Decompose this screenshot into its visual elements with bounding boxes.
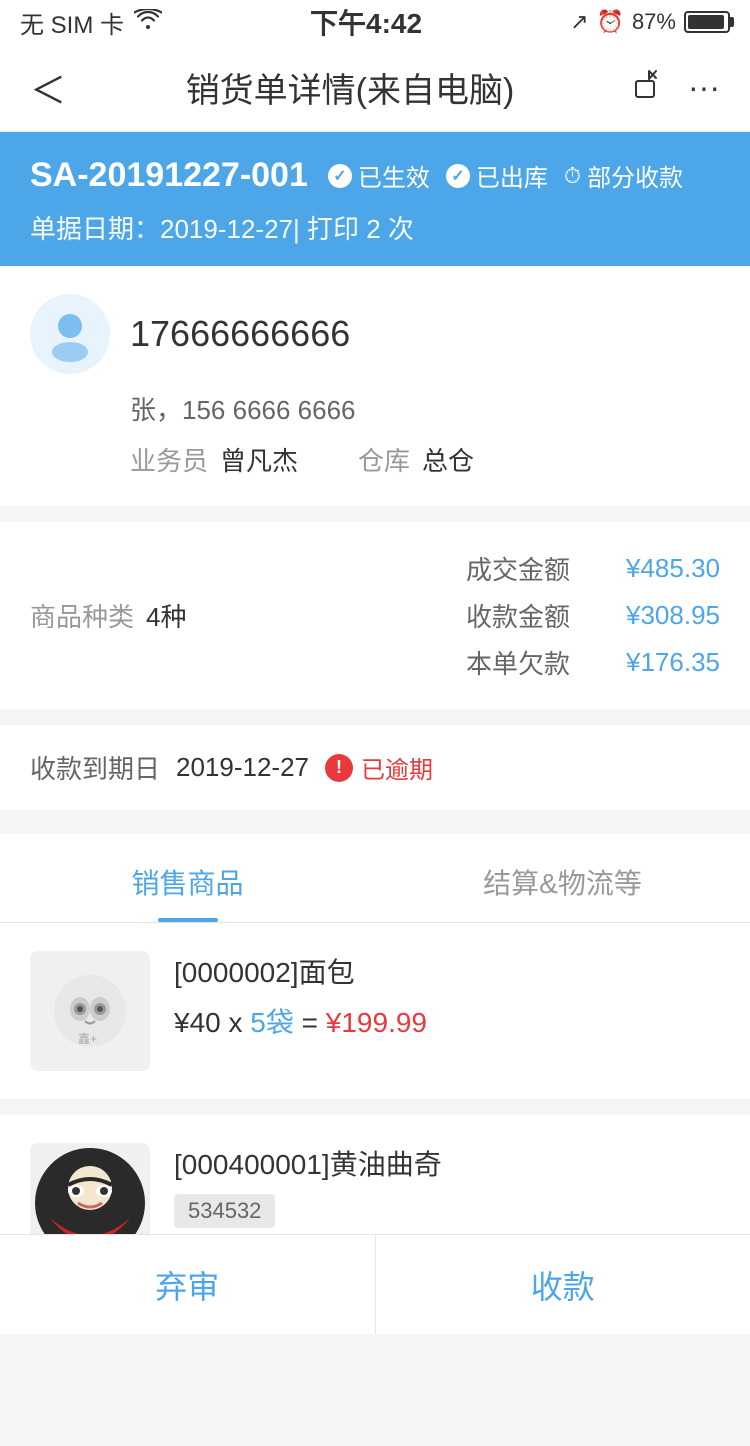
- price-base-1: ¥40 x: [174, 1007, 250, 1038]
- due-date-value: 2019-12-27: [176, 752, 309, 783]
- status-badges: ✓ 已生效 ✓ 已出库 ⏱ 部分收款: [328, 158, 683, 193]
- carrier-label: 无 SIM 卡: [20, 5, 124, 40]
- type-value: 4种: [146, 597, 186, 634]
- warehouse-value: 总仓: [422, 441, 474, 478]
- summary-right: 成交金额 ¥485.30 收款金额 ¥308.95 本单欠款 ¥176.35: [466, 550, 720, 681]
- amount-label: 成交金额: [466, 550, 570, 587]
- share-icon[interactable]: [634, 69, 664, 107]
- customer-id: 17666666666: [130, 313, 350, 355]
- equals-1: =: [294, 1007, 326, 1038]
- overdue-text: 已逾期: [361, 750, 433, 785]
- amount-row: 成交金额 ¥485.30: [466, 550, 720, 587]
- bottom-bar: 弃审 收款: [0, 1234, 750, 1334]
- bottom-spacer: [0, 1326, 750, 1446]
- due-label: 收款到期日: [30, 749, 160, 786]
- order-date-row: 单据日期：2019-12-27| 打印 2 次: [30, 209, 720, 246]
- clock-icon: ⏱: [564, 163, 581, 189]
- customer-meta: 业务员 曾凡杰 仓库 总仓: [30, 441, 720, 478]
- product-info-1: [0000002]面包 ¥40 x 5袋 = ¥199.99: [174, 951, 720, 1041]
- status-partial: ⏱ 部分收款: [564, 158, 683, 193]
- tab-settlement[interactable]: 结算&物流等: [375, 834, 750, 922]
- product-tag-2: 534532: [174, 1194, 275, 1228]
- debt-label: 本单欠款: [466, 644, 570, 681]
- svg-text:鑫+: 鑫+: [78, 1031, 97, 1046]
- warehouse-label: 仓库: [358, 441, 410, 478]
- order-date-label: 单据日期：: [30, 214, 160, 244]
- order-date-value: 2019-12-27: [160, 214, 293, 244]
- customer-section: 17666666666 张，156 6666 6666 业务员 曾凡杰 仓库 总…: [0, 266, 750, 506]
- back-button[interactable]: ＜: [30, 62, 66, 114]
- amount-value: ¥485.30: [590, 553, 720, 584]
- product-price-1: ¥40 x 5袋 = ¥199.99: [174, 1001, 720, 1041]
- avatar: [30, 294, 110, 374]
- due-section: 收款到期日 2019-12-27 ! 已逾期: [0, 725, 750, 810]
- battery-fill: [688, 15, 724, 29]
- divider-1: [0, 818, 750, 834]
- alarm-icon: ⏰: [597, 9, 624, 35]
- time-label: 下午4:42: [310, 2, 422, 42]
- check-icon-2: ✓: [446, 164, 470, 188]
- battery-percent: 87%: [632, 9, 676, 35]
- status-partial-label: 部分收款: [587, 158, 683, 193]
- check-icon-1: ✓: [328, 164, 352, 188]
- received-value: ¥308.95: [590, 600, 720, 631]
- status-effective: ✓ 已生效: [328, 158, 430, 193]
- order-id-row: SA-20191227-001 ✓ 已生效 ✓ 已出库 ⏱ 部分收款: [30, 156, 720, 195]
- nav-bar: ＜ 销货单详情(来自电脑) ···: [0, 44, 750, 132]
- staff-label: 业务员: [130, 441, 208, 478]
- product-name-2: [000400001]黄油曲奇: [174, 1143, 720, 1183]
- product-name-1: [0000002]面包: [174, 951, 720, 991]
- order-id: SA-20191227-001: [30, 156, 308, 195]
- overdue-icon: !: [325, 754, 353, 782]
- summary-section: 商品种类 4种 成交金额 ¥485.30 收款金额 ¥308.95 本单欠款 ¥…: [0, 522, 750, 709]
- order-print-info: | 打印 2 次: [293, 214, 414, 244]
- location-icon: ↗: [570, 9, 588, 35]
- overdue-badge: ! 已逾期: [325, 750, 433, 785]
- total-1: ¥199.99: [326, 1007, 427, 1038]
- abandon-review-button[interactable]: 弃审: [0, 1235, 376, 1334]
- warehouse-meta: 仓库 总仓: [358, 441, 474, 478]
- product-item-1: 鑫+ [0000002]面包 ¥40 x 5袋 = ¥199.99: [0, 923, 750, 1099]
- more-icon[interactable]: ···: [688, 69, 720, 106]
- tabs-section: 销售商品 结算&物流等: [0, 834, 750, 923]
- tab-settlement-label: 结算&物流等: [483, 868, 642, 899]
- status-shipped-label: 已出库: [476, 158, 548, 193]
- status-bar: 无 SIM 卡 下午4:42 ↗ ⏰ 87%: [0, 0, 750, 44]
- summary-left: 商品种类 4种: [30, 550, 186, 681]
- status-right: ↗ ⏰ 87%: [570, 9, 730, 35]
- debt-value: ¥176.35: [590, 647, 720, 678]
- qty-1: 5袋: [250, 1007, 294, 1038]
- customer-row: 17666666666: [30, 294, 720, 374]
- status-effective-label: 已生效: [358, 158, 430, 193]
- tab-products-label: 销售商品: [131, 868, 243, 899]
- wifi-icon: [134, 8, 162, 36]
- battery-icon: [684, 11, 730, 33]
- product-thumb-1: 鑫+: [30, 951, 150, 1071]
- nav-actions: ···: [634, 69, 720, 107]
- status-left: 无 SIM 卡: [20, 5, 162, 40]
- page-title: 销货单详情(来自电脑): [186, 63, 515, 112]
- received-label: 收款金额: [466, 597, 570, 634]
- received-row: 收款金额 ¥308.95: [466, 597, 720, 634]
- collect-payment-button[interactable]: 收款: [376, 1235, 750, 1334]
- staff-meta: 业务员 曾凡杰: [130, 441, 298, 478]
- debt-row: 本单欠款 ¥176.35: [466, 644, 720, 681]
- customer-info: 张，156 6666 6666: [30, 390, 720, 427]
- status-shipped: ✓ 已出库: [446, 158, 548, 193]
- tab-products[interactable]: 销售商品: [0, 834, 375, 922]
- type-label: 商品种类: [30, 597, 134, 634]
- order-header: SA-20191227-001 ✓ 已生效 ✓ 已出库 ⏱ 部分收款 单据日期：…: [0, 132, 750, 266]
- staff-value: 曾凡杰: [220, 441, 298, 478]
